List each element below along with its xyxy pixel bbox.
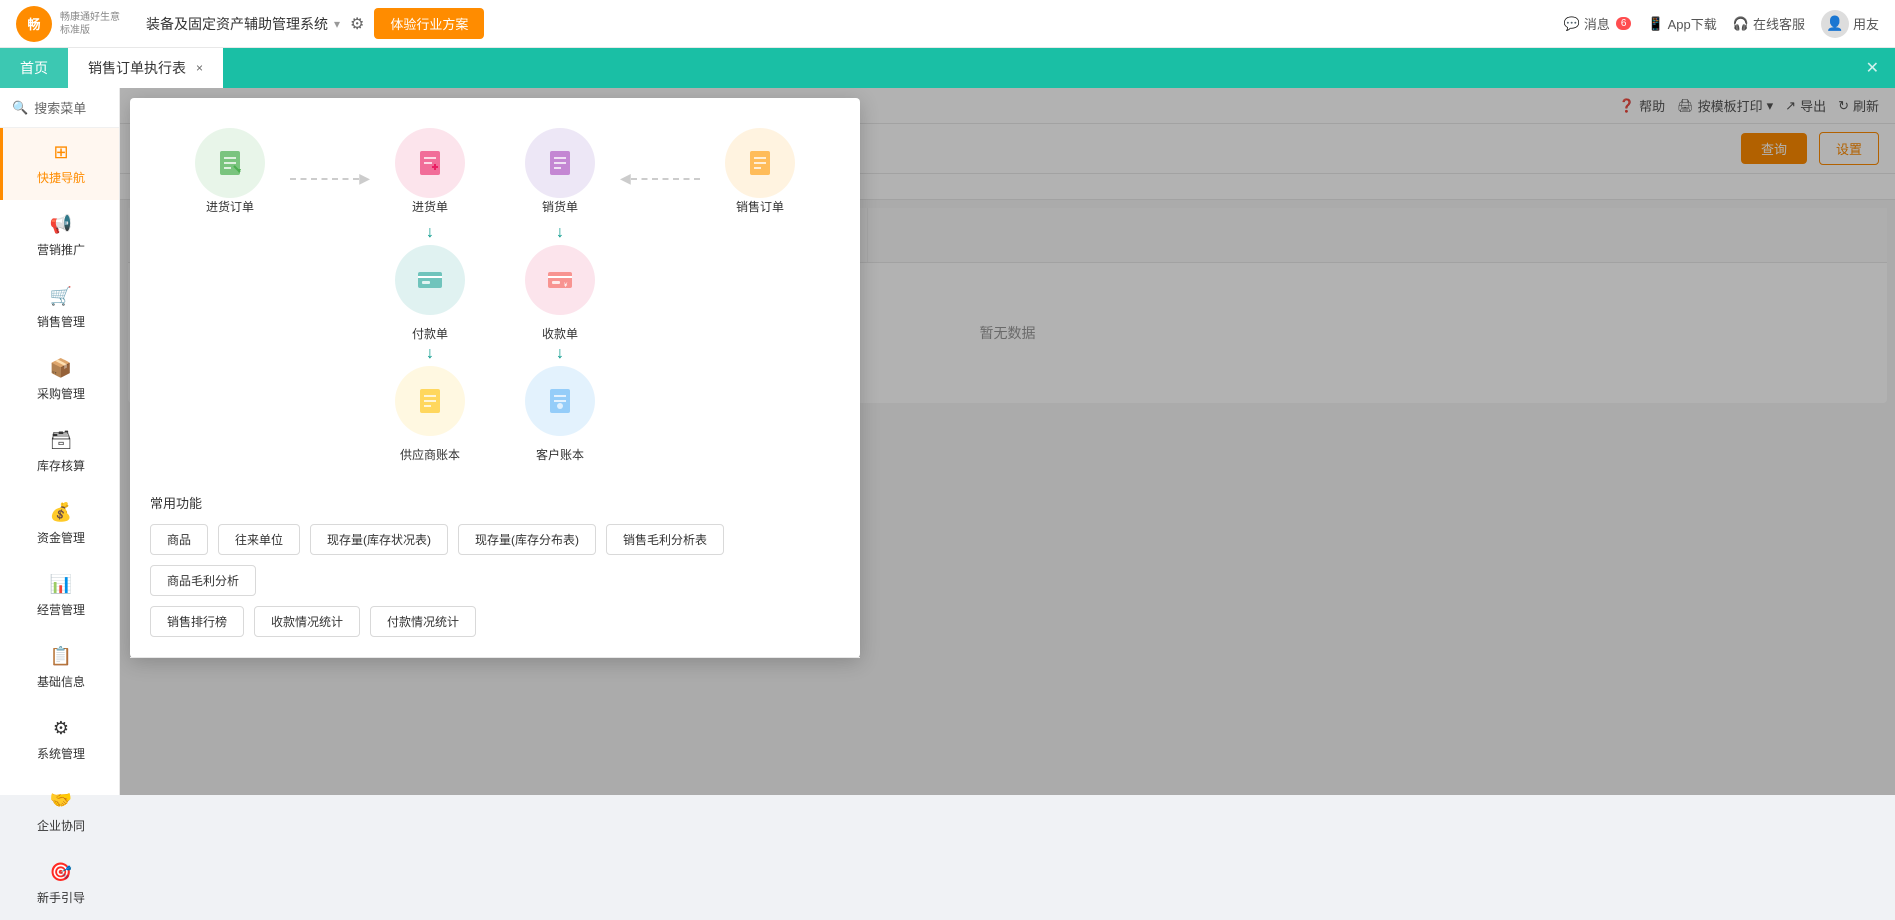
- payment-label: 付款单: [412, 325, 448, 342]
- sidebar-item-enterprise[interactable]: 🤝 企业协同: [0, 776, 119, 848]
- common-functions-section: 常用功能 商品 往来单位 现存量(库存状况表) 现存量(库存分布表) 销售毛利分…: [130, 483, 860, 657]
- payment-icon: [395, 245, 465, 315]
- logo-area: 畅 畅康通好生意标准版: [16, 6, 136, 42]
- top-right-area: 💬 消息 6 📱 App下载 🎧 在线客服 👤 用友: [1564, 10, 1879, 38]
- quick-nav-modal: 进货订单 ▶: [130, 98, 860, 658]
- experience-button[interactable]: 体验行业方案: [374, 8, 484, 39]
- avatar: 👤: [1821, 10, 1849, 38]
- message-button[interactable]: 💬 消息 6: [1564, 14, 1632, 33]
- purchase-icon: 📦: [50, 358, 72, 379]
- service-icon: 🎧: [1733, 16, 1749, 32]
- sidebar-item-finance[interactable]: 💰 资金管理: [0, 488, 119, 560]
- flow-node-sales-bill[interactable]: 销货单: [500, 128, 620, 215]
- content-area: ❓ 帮助 🖨 按模板打印 ▾ ↗ 导出 ↻ 刷新 yyyy-mm-dd 📅: [120, 88, 1895, 795]
- func-btn-sales-ranking[interactable]: 销售排行榜: [150, 606, 244, 637]
- func-btn-receipt-stats[interactable]: 收款情况统计: [254, 606, 360, 637]
- basic-info-icon: 📋: [50, 646, 72, 667]
- search-icon: 🔍: [12, 100, 28, 116]
- function-buttons-row-2: 销售排行榜 收款情况统计 付款情况统计: [150, 606, 840, 637]
- func-btn-sales-profit-analysis[interactable]: 销售毛利分析表: [606, 524, 724, 555]
- quick-nav-icon: ⊞: [53, 142, 68, 163]
- sales-order-icon: [725, 128, 795, 198]
- finance-icon: 💰: [50, 502, 72, 523]
- inventory-icon: 🗃: [50, 430, 73, 451]
- function-buttons-row: 商品 往来单位 现存量(库存状况表) 现存量(库存分布表) 销售毛利分析表 商品…: [150, 524, 840, 596]
- func-btn-payment-stats[interactable]: 付款情况统计: [370, 606, 476, 637]
- func-btn-product[interactable]: 商品: [150, 524, 208, 555]
- gear-icon[interactable]: ⚙: [350, 14, 364, 34]
- sales-icon: 🛒: [50, 286, 72, 307]
- main-layout: 🔍 搜索菜单 ⊞ 快捷导航 📢 营销推广 🛒 销售管理 📦 采购管理 🗃 库存核…: [0, 88, 1895, 795]
- system-dropdown-icon[interactable]: ▾: [334, 17, 340, 31]
- sidebar: 🔍 搜索菜单 ⊞ 快捷导航 📢 营销推广 🛒 销售管理 📦 采购管理 🗃 库存核…: [0, 88, 120, 795]
- sales-bill-label: 销货单: [542, 198, 578, 215]
- func-btn-product-profit[interactable]: 商品毛利分析: [150, 565, 256, 596]
- system-icon: ⚙: [53, 718, 69, 739]
- sidebar-item-system[interactable]: ⚙ 系统管理: [0, 704, 119, 776]
- func-btn-stock-dist[interactable]: 现存量(库存分布表): [458, 524, 596, 555]
- sidebar-item-basic-info[interactable]: 📋 基础信息: [0, 632, 119, 704]
- logo-text: 畅康通好生意标准版: [60, 11, 120, 37]
- newbie-icon: 🎯: [50, 862, 72, 883]
- flow-section: 进货订单 ▶: [130, 98, 860, 483]
- tab-close-icon[interactable]: ×: [196, 61, 203, 75]
- nav-tabs: 首页 销售订单执行表 × ✕: [0, 48, 1895, 88]
- flow-node-purchase-bill[interactable]: 进货单: [370, 128, 490, 215]
- app-download-button[interactable]: 📱 App下载: [1647, 14, 1716, 33]
- customer-account-label: 客户账本: [536, 446, 584, 463]
- purchase-bill-icon: [395, 128, 465, 198]
- tab-home[interactable]: 首页: [0, 48, 68, 88]
- receipt-label: 收款单: [542, 325, 578, 342]
- operations-icon: 📊: [50, 574, 72, 595]
- user-menu[interactable]: 👤 用友: [1821, 10, 1879, 38]
- flow-node-sales-order[interactable]: 销售订单: [700, 128, 820, 215]
- sidebar-item-inventory[interactable]: 🗃 库存核算: [0, 416, 119, 488]
- top-bar: 畅 畅康通好生意标准版 装备及固定资产辅助管理系统 ▾ ⚙ 体验行业方案 💬 消…: [0, 0, 1895, 48]
- customer-account-icon: [525, 366, 595, 436]
- receipt-icon: ¥: [525, 245, 595, 315]
- sales-bill-icon: [525, 128, 595, 198]
- supplier-account-label: 供应商账本: [400, 446, 460, 463]
- sidebar-item-sales[interactable]: 🛒 销售管理: [0, 272, 119, 344]
- modal-overlay: 进货订单 ▶: [120, 88, 1895, 795]
- common-functions-title: 常用功能: [150, 493, 840, 512]
- message-badge: 6: [1616, 17, 1632, 30]
- modal-scroll-area[interactable]: 进货订单 ▶: [130, 98, 860, 658]
- sales-order-label: 销售订单: [736, 198, 784, 215]
- purchase-order-icon: [195, 128, 265, 198]
- purchase-order-label: 进货订单: [206, 198, 254, 215]
- system-title: 装备及固定资产辅助管理系统 ▾: [146, 14, 340, 34]
- download-icon: 📱: [1647, 16, 1663, 32]
- close-all-tabs-button[interactable]: ✕: [1850, 58, 1895, 78]
- search-menu-button[interactable]: 🔍 搜索菜单: [0, 88, 119, 128]
- purchase-bill-label: 进货单: [412, 198, 448, 215]
- sidebar-item-newbie[interactable]: 🎯 新手引导: [0, 848, 119, 920]
- func-btn-counterpart[interactable]: 往来单位: [218, 524, 300, 555]
- tab-sales-order[interactable]: 销售订单执行表 ×: [68, 48, 223, 88]
- message-icon: 💬: [1564, 16, 1580, 32]
- sidebar-item-marketing[interactable]: 📢 营销推广: [0, 200, 119, 272]
- sidebar-item-purchase[interactable]: 📦 采购管理: [0, 344, 119, 416]
- app-logo: 畅: [16, 6, 52, 42]
- horizontal-scrollbar[interactable]: ◀ ▶: [130, 657, 860, 658]
- func-btn-stock-status[interactable]: 现存量(库存状况表): [310, 524, 448, 555]
- sidebar-item-operations[interactable]: 📊 经营管理: [0, 560, 119, 632]
- enterprise-icon: 🤝: [50, 790, 72, 811]
- sidebar-item-quick-nav[interactable]: ⊞ 快捷导航: [0, 128, 119, 200]
- flow-node-purchase-order[interactable]: 进货订单: [170, 128, 290, 215]
- supplier-account-icon: [395, 366, 465, 436]
- online-service-button[interactable]: 🎧 在线客服: [1733, 14, 1805, 33]
- marketing-icon: 📢: [50, 214, 72, 235]
